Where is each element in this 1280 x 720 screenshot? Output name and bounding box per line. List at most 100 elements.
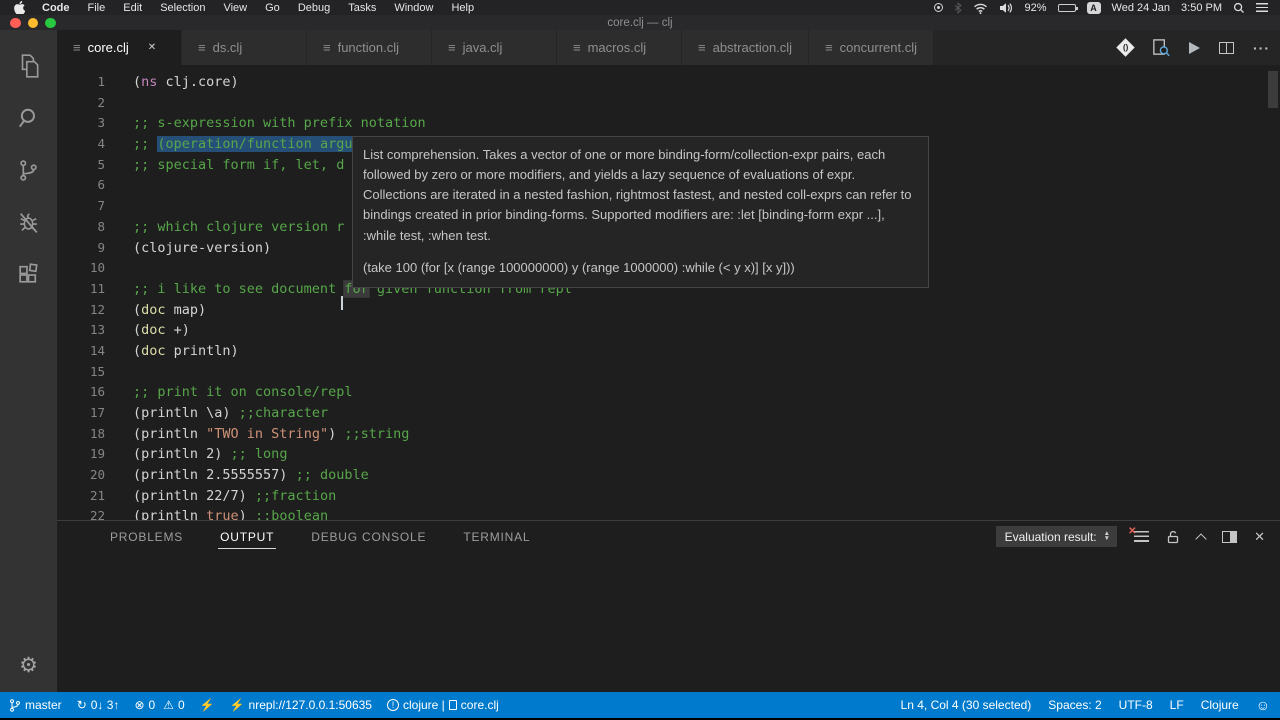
line-number: 20 bbox=[89, 467, 105, 483]
code-line-14[interactable]: 14 (doc println) bbox=[57, 341, 1280, 362]
git-branch-indicator[interactable]: master bbox=[9, 698, 62, 713]
code-text: ;; s-expression with prefix notation bbox=[133, 113, 426, 134]
code-editor[interactable]: 1 (ns clj.core) 2 3;; s-expression with pre… bbox=[57, 65, 1280, 520]
code-line-21[interactable]: 21 (println 22/7) ;;fraction bbox=[57, 486, 1280, 507]
line-number: 13 bbox=[89, 322, 105, 338]
more-actions-icon[interactable]: ··· bbox=[1253, 40, 1270, 56]
editor-tab-function.clj[interactable]: ≡ function.clj bbox=[307, 30, 432, 65]
code-segment: ;;character bbox=[238, 405, 329, 421]
line-number: 6 bbox=[97, 177, 105, 193]
menu-item-file[interactable]: File bbox=[79, 2, 115, 14]
clojure-file-icon: ≡ bbox=[323, 40, 331, 55]
zoom-window-button[interactable] bbox=[45, 17, 56, 28]
explorer-icon[interactable] bbox=[0, 40, 57, 92]
code-text: (println \a) ;;character bbox=[133, 403, 328, 424]
screen-record-icon[interactable] bbox=[934, 3, 944, 12]
panel-tab-terminal[interactable]: TERMINAL bbox=[461, 524, 532, 549]
input-source-icon[interactable]: A bbox=[1086, 1, 1101, 14]
menubar-date[interactable]: Wed 24 Jan bbox=[1112, 2, 1171, 14]
wifi-icon[interactable] bbox=[973, 2, 988, 14]
code-line-1[interactable]: 1 (ns clj.core) bbox=[57, 72, 1280, 93]
close-panel-icon[interactable]: ✕ bbox=[1254, 529, 1265, 545]
menu-item-window[interactable]: Window bbox=[385, 2, 442, 14]
code-segment: ) bbox=[238, 508, 255, 520]
clojure-eval-icon[interactable]: () bbox=[1116, 38, 1135, 57]
menu-item-tasks[interactable]: Tasks bbox=[339, 2, 385, 14]
clear-output-icon[interactable]: ✕ bbox=[1128, 526, 1150, 543]
maximize-panel-icon[interactable] bbox=[1195, 532, 1207, 545]
editor-tab-core.clj[interactable]: ≡ core.clj ✕ bbox=[57, 30, 182, 65]
menubar-time[interactable]: 3:50 PM bbox=[1181, 2, 1222, 14]
code-line-3[interactable]: 3 ;; s-expression with prefix notation bbox=[57, 113, 1280, 134]
indentation-indicator[interactable]: Spaces: 2 bbox=[1048, 698, 1101, 712]
run-icon[interactable] bbox=[1189, 41, 1200, 54]
extensions-icon[interactable] bbox=[0, 248, 57, 300]
line-number: 12 bbox=[89, 301, 105, 317]
close-window-button[interactable] bbox=[10, 17, 21, 28]
menu-item-code[interactable]: Code bbox=[33, 2, 79, 14]
language-mode-indicator[interactable]: Clojure bbox=[1201, 698, 1239, 712]
search-icon[interactable] bbox=[0, 92, 57, 144]
status-bar: master ↻ 0↓ 3↑ ⊗ 0 ⚠ 0 ⚡ ⚡ nrepl://127.0… bbox=[0, 692, 1280, 718]
code-line-15[interactable]: 15 bbox=[57, 362, 1280, 383]
sync-indicator[interactable]: ↻ 0↓ 3↑ bbox=[77, 698, 120, 712]
source-control-icon[interactable] bbox=[0, 144, 57, 196]
feedback-smiley-icon[interactable]: ☺ bbox=[1256, 697, 1270, 713]
code-line-2[interactable]: 2 bbox=[57, 93, 1280, 114]
calva-jack-in-indicator[interactable]: ⚡ bbox=[200, 698, 215, 712]
code-line-13[interactable]: 13 (doc +) bbox=[57, 320, 1280, 341]
open-preview-icon[interactable] bbox=[1151, 38, 1170, 57]
close-tab-icon[interactable]: ✕ bbox=[148, 42, 156, 53]
editor-tab-macros.clj[interactable]: ≡ macros.clj bbox=[557, 30, 682, 65]
apple-menu-icon[interactable] bbox=[0, 1, 33, 14]
cursor-position-indicator[interactable]: Ln 4, Col 4 (30 selected) bbox=[901, 698, 1032, 712]
editor-tab-ds.clj[interactable]: ≡ ds.clj bbox=[182, 30, 307, 65]
code-line-16[interactable]: 16 ;; print it on console/repl bbox=[57, 382, 1280, 403]
menu-items: Code File Edit Selection View Go Debug Tasks Win… bbox=[33, 2, 483, 14]
line-number: 1 bbox=[97, 74, 105, 89]
split-editor-icon[interactable] bbox=[1219, 41, 1234, 54]
unlock-icon[interactable] bbox=[1166, 530, 1180, 544]
panel-layout-icon[interactable] bbox=[1222, 530, 1238, 543]
code-line-20[interactable]: 20 (println 2.5555557) ;; double bbox=[57, 465, 1280, 486]
menu-item-selection[interactable]: Selection bbox=[151, 2, 214, 14]
code-segment: ;; long bbox=[230, 446, 288, 463]
notification-center-icon[interactable] bbox=[1256, 3, 1268, 12]
editor-tab-abstraction.clj[interactable]: ≡ abstraction.clj bbox=[682, 30, 810, 65]
menu-item-help[interactable]: Help bbox=[442, 2, 483, 14]
menu-item-go[interactable]: Go bbox=[256, 2, 289, 14]
panel-tab-problems[interactable]: PROBLEMS bbox=[108, 524, 185, 549]
lightning-icon: ⚡ bbox=[199, 698, 215, 712]
minimize-window-button[interactable] bbox=[27, 17, 38, 28]
clojure-file-indicator[interactable]: ! clojure | core.clj bbox=[386, 698, 499, 712]
debug-icon[interactable] bbox=[0, 196, 57, 248]
code-line-22[interactable]: 22 (println true) ;;boolean bbox=[57, 506, 1280, 520]
code-line-12[interactable]: 12 (doc map) bbox=[57, 300, 1280, 321]
line-number: 2 bbox=[97, 94, 105, 110]
eol-indicator[interactable]: LF bbox=[1170, 698, 1184, 712]
output-channel-dropdown[interactable]: Evaluation result: ▲ ▼ bbox=[995, 526, 1118, 547]
menu-item-debug[interactable]: Debug bbox=[289, 2, 339, 14]
code-line-17[interactable]: 17 (println \a) ;;character bbox=[57, 403, 1280, 424]
editor-tab-concurrent.clj[interactable]: ≡ concurrent.clj bbox=[809, 30, 935, 65]
clojure-file-icon: ≡ bbox=[73, 40, 81, 55]
battery-percent: 92% bbox=[1024, 1, 1047, 14]
panel-tab-debug-console[interactable]: DEBUG CONSOLE bbox=[309, 524, 428, 549]
spotlight-icon[interactable] bbox=[1233, 2, 1245, 14]
code-text: (println 2) ;; long bbox=[133, 444, 287, 465]
nrepl-indicator[interactable]: ⚡ nrepl://127.0.0.1:50635 bbox=[230, 698, 372, 712]
editor-scrollbar-thumb[interactable] bbox=[1268, 71, 1278, 108]
volume-icon[interactable] bbox=[999, 2, 1013, 14]
encoding-indicator[interactable]: UTF-8 bbox=[1119, 698, 1153, 712]
panel-header: PROBLEMS OUTPUT DEBUG CONSOLE TERMINAL Eval… bbox=[57, 521, 1280, 552]
menu-item-view[interactable]: View bbox=[214, 2, 256, 14]
code-line-19[interactable]: 19 (println 2) ;; long bbox=[57, 444, 1280, 465]
editor-tab-java.clj[interactable]: ≡ java.clj bbox=[432, 30, 557, 65]
menu-item-edit[interactable]: Edit bbox=[114, 2, 151, 14]
settings-gear-icon[interactable]: ⚙ bbox=[0, 653, 57, 678]
bluetooth-icon[interactable] bbox=[954, 1, 963, 14]
problems-indicator[interactable]: ⊗ 0 ⚠ 0 bbox=[134, 698, 184, 712]
code-line-18[interactable]: 18 (println "TWO in String") ;;string bbox=[57, 424, 1280, 445]
code-segment: "TWO in String" bbox=[206, 425, 329, 442]
panel-tab-output[interactable]: OUTPUT bbox=[218, 524, 277, 549]
